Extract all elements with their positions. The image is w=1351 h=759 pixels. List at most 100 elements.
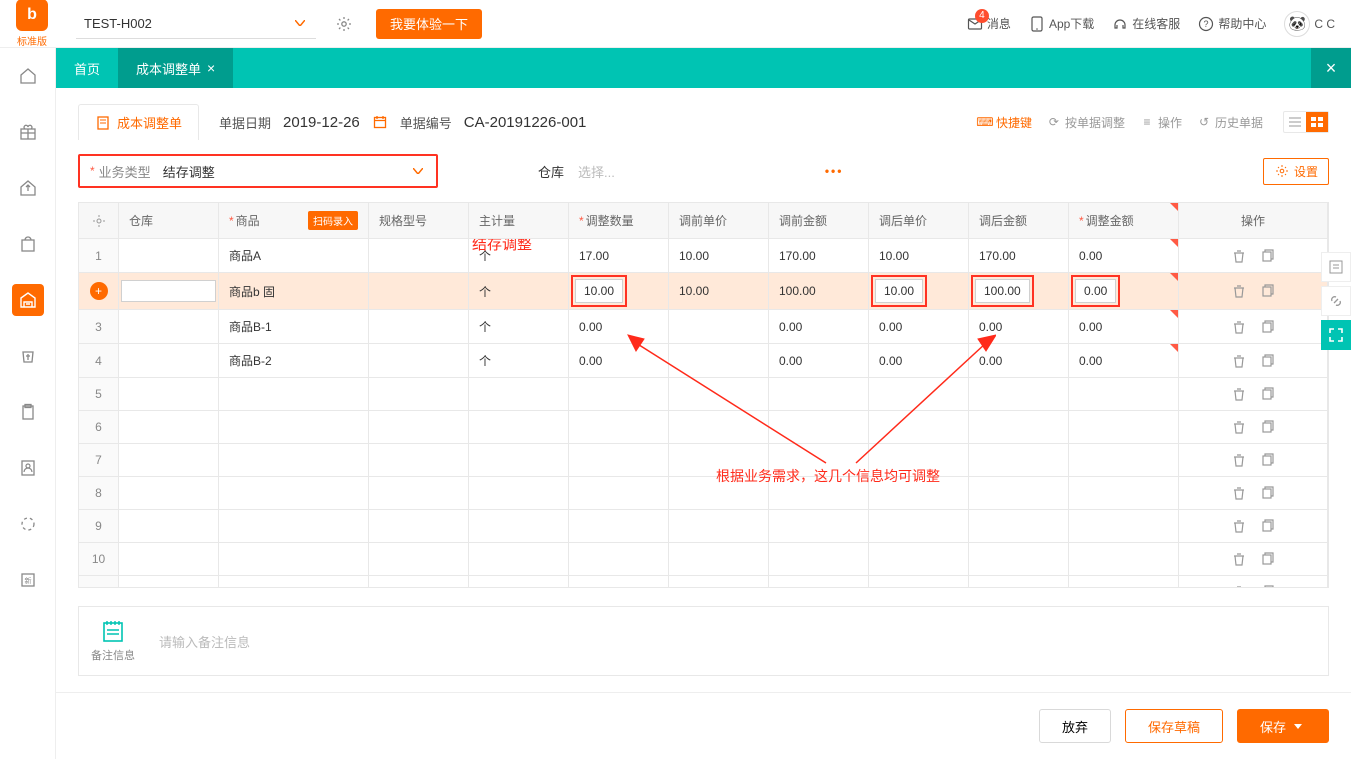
spec-cell[interactable] <box>369 344 469 378</box>
post-price-cell[interactable]: 10.00 <box>869 239 969 273</box>
product-cell[interactable]: 商品A <box>219 239 369 273</box>
product-cell[interactable] <box>219 378 369 411</box>
post-amount-input[interactable]: 100.00 <box>975 279 1030 303</box>
spec-cell[interactable] <box>369 444 469 477</box>
copy-icon[interactable] <box>1259 353 1275 369</box>
sidebar-home-icon[interactable] <box>12 60 44 92</box>
discard-button[interactable]: 放弃 <box>1039 709 1111 743</box>
delete-icon[interactable] <box>1231 419 1247 435</box>
settings-button[interactable]: 设置 <box>1263 158 1329 185</box>
delete-icon[interactable] <box>1231 485 1247 501</box>
sidebar-gift-icon[interactable] <box>12 116 44 148</box>
view-grid-button[interactable] <box>1306 112 1328 132</box>
warehouse-cell[interactable] <box>119 239 219 273</box>
product-cell[interactable] <box>219 576 369 588</box>
float-note-icon[interactable] <box>1321 252 1351 282</box>
adj-qty-cell[interactable] <box>569 576 669 588</box>
post-amount-cell[interactable] <box>969 510 1069 543</box>
spec-cell[interactable] <box>369 576 469 588</box>
product-cell[interactable] <box>219 543 369 576</box>
product-cell[interactable] <box>219 411 369 444</box>
delete-icon[interactable] <box>1231 248 1247 264</box>
operate-button[interactable]: ≡操作 <box>1139 114 1182 131</box>
warehouse-cell[interactable] <box>119 411 219 444</box>
adj-qty-cell[interactable] <box>569 510 669 543</box>
post-price-cell[interactable] <box>869 510 969 543</box>
user-menu[interactable]: 🐼 C C <box>1284 11 1335 37</box>
post-price-cell[interactable] <box>869 576 969 588</box>
product-cell[interactable]: 商品B-2 <box>219 344 369 378</box>
copy-icon[interactable] <box>1259 584 1275 588</box>
adj-amount-cell[interactable] <box>1069 510 1179 543</box>
adj-amount-cell[interactable]: 0.00 <box>1069 310 1179 344</box>
warehouse-select[interactable]: 仓库 选择... <box>538 162 615 181</box>
product-cell[interactable] <box>219 444 369 477</box>
adj-amount-cell[interactable] <box>1069 543 1179 576</box>
product-cell[interactable]: 商品b 固 <box>219 273 369 310</box>
view-list-button[interactable] <box>1284 112 1306 132</box>
doc-title-tab[interactable]: 成本调整单 <box>78 104 199 140</box>
scan-badge[interactable]: 扫码录入 <box>308 211 358 230</box>
table-row[interactable]: 8 <box>79 477 1328 510</box>
delete-icon[interactable] <box>1231 584 1247 588</box>
adj-qty-input[interactable]: 10.00 <box>575 279 623 303</box>
calendar-icon[interactable] <box>372 114 388 130</box>
sidebar-bag-icon[interactable] <box>12 228 44 260</box>
delete-icon[interactable] <box>1231 551 1247 567</box>
save-draft-button[interactable]: 保存草稿 <box>1125 709 1223 743</box>
product-cell[interactable]: 商品B-1 <box>219 310 369 344</box>
copy-icon[interactable] <box>1259 248 1275 264</box>
adj-amount-cell[interactable]: 0.00 <box>1069 239 1179 273</box>
app-download-link[interactable]: App下载 <box>1029 15 1094 32</box>
copy-icon[interactable] <box>1259 485 1275 501</box>
spec-cell[interactable] <box>369 310 469 344</box>
table-row[interactable]: 11 <box>79 576 1328 588</box>
delete-icon[interactable] <box>1231 518 1247 534</box>
float-expand-icon[interactable] <box>1321 320 1351 350</box>
adj-amount-input[interactable]: 0.00 <box>1075 279 1116 303</box>
delete-icon[interactable] <box>1231 452 1247 468</box>
copy-icon[interactable] <box>1259 319 1275 335</box>
spec-cell[interactable] <box>369 411 469 444</box>
shortcut-button[interactable]: ⌨快捷键 <box>977 114 1032 131</box>
close-icon[interactable]: × <box>207 60 215 76</box>
remark-input[interactable]: 请输入备注信息 <box>159 632 1316 651</box>
bill-date-value[interactable]: 2019-12-26 <box>283 114 360 131</box>
save-button[interactable]: 保存 <box>1237 709 1329 743</box>
by-bill-button[interactable]: ⟳按单据调整 <box>1046 114 1125 131</box>
copy-icon[interactable] <box>1259 518 1275 534</box>
copy-icon[interactable] <box>1259 283 1275 299</box>
delete-icon[interactable] <box>1231 319 1247 335</box>
float-link-icon[interactable] <box>1321 286 1351 316</box>
history-button[interactable]: ↺历史单据 <box>1196 114 1263 131</box>
tab-cost-adj[interactable]: 成本调整单 × <box>118 48 233 88</box>
spec-cell[interactable] <box>369 543 469 576</box>
table-row[interactable]: 10 <box>79 543 1328 576</box>
sidebar-new-icon[interactable]: 新 <box>12 564 44 596</box>
warehouse-cell[interactable] <box>119 510 219 543</box>
spec-cell[interactable] <box>369 477 469 510</box>
adj-qty-cell[interactable] <box>569 543 669 576</box>
support-link[interactable]: 在线客服 <box>1112 15 1180 32</box>
product-cell[interactable] <box>219 510 369 543</box>
warehouse-cell[interactable] <box>119 444 219 477</box>
post-amount-cell[interactable] <box>969 576 1069 588</box>
delete-icon[interactable] <box>1231 283 1247 299</box>
spec-cell[interactable] <box>369 510 469 543</box>
sidebar-user-doc-icon[interactable] <box>12 452 44 484</box>
adj-qty-cell[interactable]: 17.00 <box>569 239 669 273</box>
post-price-cell[interactable] <box>869 543 969 576</box>
tab-bar-close[interactable]: × <box>1311 48 1351 88</box>
adj-amount-cell[interactable] <box>1069 378 1179 411</box>
post-amount-cell[interactable] <box>969 477 1069 510</box>
adj-amount-cell[interactable] <box>1069 576 1179 588</box>
col-settings-icon[interactable] <box>79 203 119 239</box>
warehouse-input[interactable] <box>121 280 216 302</box>
sidebar-warehouse-icon[interactable] <box>12 284 44 316</box>
project-selector[interactable]: TEST-H002 <box>76 9 316 39</box>
copy-icon[interactable] <box>1259 452 1275 468</box>
tab-home[interactable]: 首页 <box>56 48 118 88</box>
warehouse-cell[interactable] <box>119 344 219 378</box>
spec-cell[interactable] <box>369 378 469 411</box>
delete-icon[interactable] <box>1231 353 1247 369</box>
